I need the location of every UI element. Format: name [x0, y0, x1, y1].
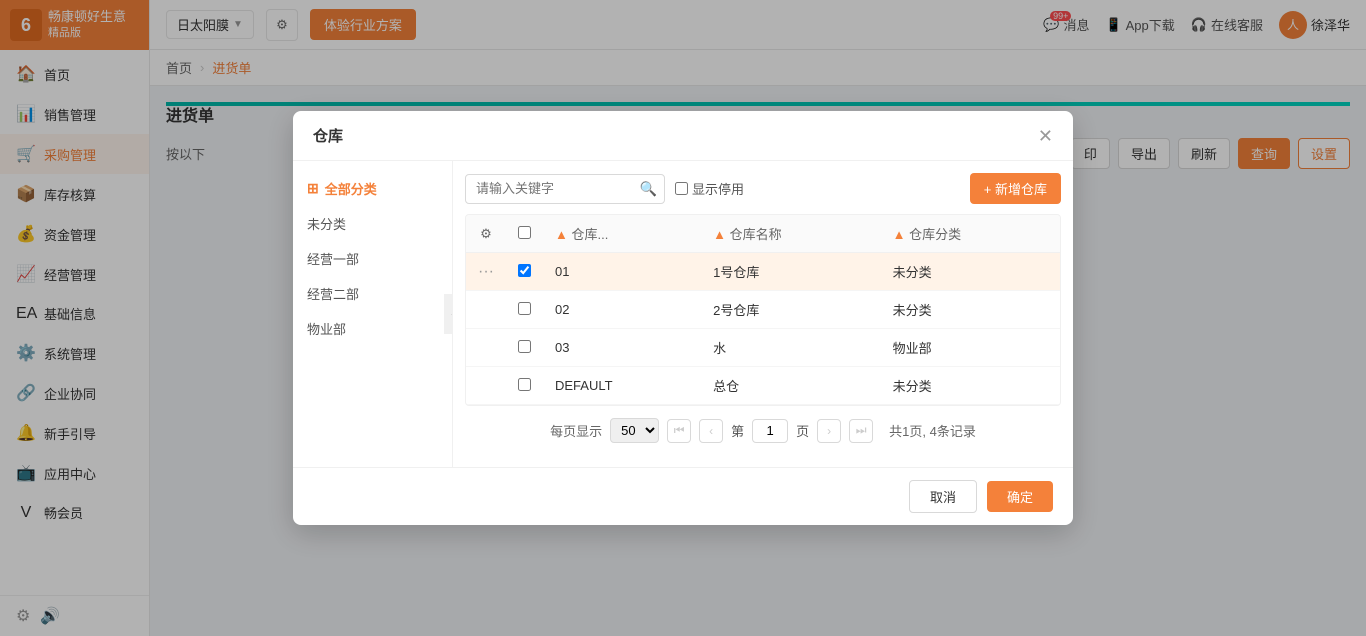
table-row[interactable]: 02 2号仓库 未分类	[466, 291, 1060, 329]
table-row[interactable]: ··· 01 1号仓库 未分类	[466, 253, 1060, 291]
search-wrap: 🔍	[465, 174, 665, 204]
row-name: 总仓	[701, 367, 880, 405]
modal-footer: 取消 确定	[293, 467, 1073, 525]
pagination-info: 共1页, 4条记录	[889, 421, 976, 440]
th-name: ▲ 仓库名称	[701, 215, 880, 253]
modal-header: 仓库 ✕	[293, 111, 1073, 161]
cancel-button[interactable]: 取消	[909, 480, 977, 513]
next-page-btn[interactable]: ›	[817, 419, 841, 443]
first-page-btn[interactable]: ⏮	[667, 419, 691, 443]
modal-sidebar: ⊞ 全部分类 未分类经营一部经营二部物业部 «	[293, 161, 453, 467]
modal-body: ⊞ 全部分类 未分类经营一部经营二部物业部 « 🔍 显示停用	[293, 161, 1073, 467]
confirm-button[interactable]: 确定	[987, 481, 1053, 512]
row-name: 1号仓库	[701, 253, 880, 291]
sidebar-collapse-btn[interactable]: «	[444, 294, 453, 334]
row-category: 物业部	[881, 329, 1060, 367]
row-actions	[466, 367, 506, 405]
per-page-label: 每页显示	[550, 421, 602, 440]
table-row[interactable]: 03 水 物业部	[466, 329, 1060, 367]
row-checkbox[interactable]	[506, 329, 543, 367]
last-page-btn[interactable]: ⏭	[849, 419, 873, 443]
show-disabled-text: 显示停用	[692, 179, 744, 198]
row-code: DEFAULT	[543, 367, 701, 405]
row-code: 03	[543, 329, 701, 367]
search-input[interactable]	[465, 174, 665, 204]
modal-close-button[interactable]: ✕	[1038, 127, 1053, 145]
row-actions	[466, 329, 506, 367]
page-input[interactable]	[752, 419, 788, 443]
row-checkbox[interactable]	[506, 367, 543, 405]
modal-sidebar-header-label: 全部分类	[325, 179, 377, 198]
show-disabled-checkbox[interactable]	[675, 182, 688, 195]
modal-title: 仓库	[313, 125, 343, 146]
th-gear: ⚙	[466, 215, 506, 253]
modal-search-bar: 🔍 显示停用 + 新增仓库	[465, 173, 1061, 204]
modal-sidebar-item[interactable]: 经营一部	[293, 241, 452, 276]
table-row[interactable]: DEFAULT 总仓 未分类	[466, 367, 1060, 405]
row-actions: ···	[466, 253, 506, 291]
row-checkbox[interactable]	[506, 291, 543, 329]
select-all-checkbox[interactable]	[518, 226, 531, 239]
warehouse-table: ⚙ ▲ 仓库... ▲ 仓库名称 ▲ 仓库分类	[465, 214, 1061, 406]
modal-sidebar-header: ⊞ 全部分类	[293, 171, 452, 206]
modal-sidebar-item[interactable]: 未分类	[293, 206, 452, 241]
row-checkbox[interactable]	[506, 253, 543, 291]
modal-content-area: 🔍 显示停用 + 新增仓库 ⚙	[453, 161, 1073, 467]
row-name: 2号仓库	[701, 291, 880, 329]
modal-sidebar-item[interactable]: 物业部	[293, 311, 452, 346]
page-label: 第	[731, 421, 744, 440]
show-disabled-label: 显示停用	[675, 179, 744, 198]
warehouse-modal: 仓库 ✕ ⊞ 全部分类 未分类经营一部经营二部物业部 « 🔍	[293, 111, 1073, 525]
grid-icon: ⊞	[307, 180, 319, 197]
modal-sidebar-items: 未分类经营一部经营二部物业部	[293, 206, 452, 346]
prev-page-btn[interactable]: ‹	[699, 419, 723, 443]
modal-overlay: 仓库 ✕ ⊞ 全部分类 未分类经营一部经营二部物业部 « 🔍	[0, 0, 1366, 636]
add-warehouse-button[interactable]: + 新增仓库	[970, 173, 1061, 204]
per-page-select[interactable]: 50	[610, 418, 659, 443]
row-category: 未分类	[881, 253, 1060, 291]
row-name: 水	[701, 329, 880, 367]
row-actions	[466, 291, 506, 329]
th-category: ▲ 仓库分类	[881, 215, 1060, 253]
th-checkbox	[506, 215, 543, 253]
th-code: ▲ 仓库...	[543, 215, 701, 253]
row-code: 02	[543, 291, 701, 329]
row-code: 01	[543, 253, 701, 291]
modal-sidebar-item[interactable]: 经营二部	[293, 276, 452, 311]
page-unit: 页	[796, 421, 809, 440]
row-category: 未分类	[881, 367, 1060, 405]
modal-pagination: 每页显示 50 ⏮ ‹ 第 页 › ⏭ 共1页, 4条记录	[465, 406, 1061, 455]
row-category: 未分类	[881, 291, 1060, 329]
